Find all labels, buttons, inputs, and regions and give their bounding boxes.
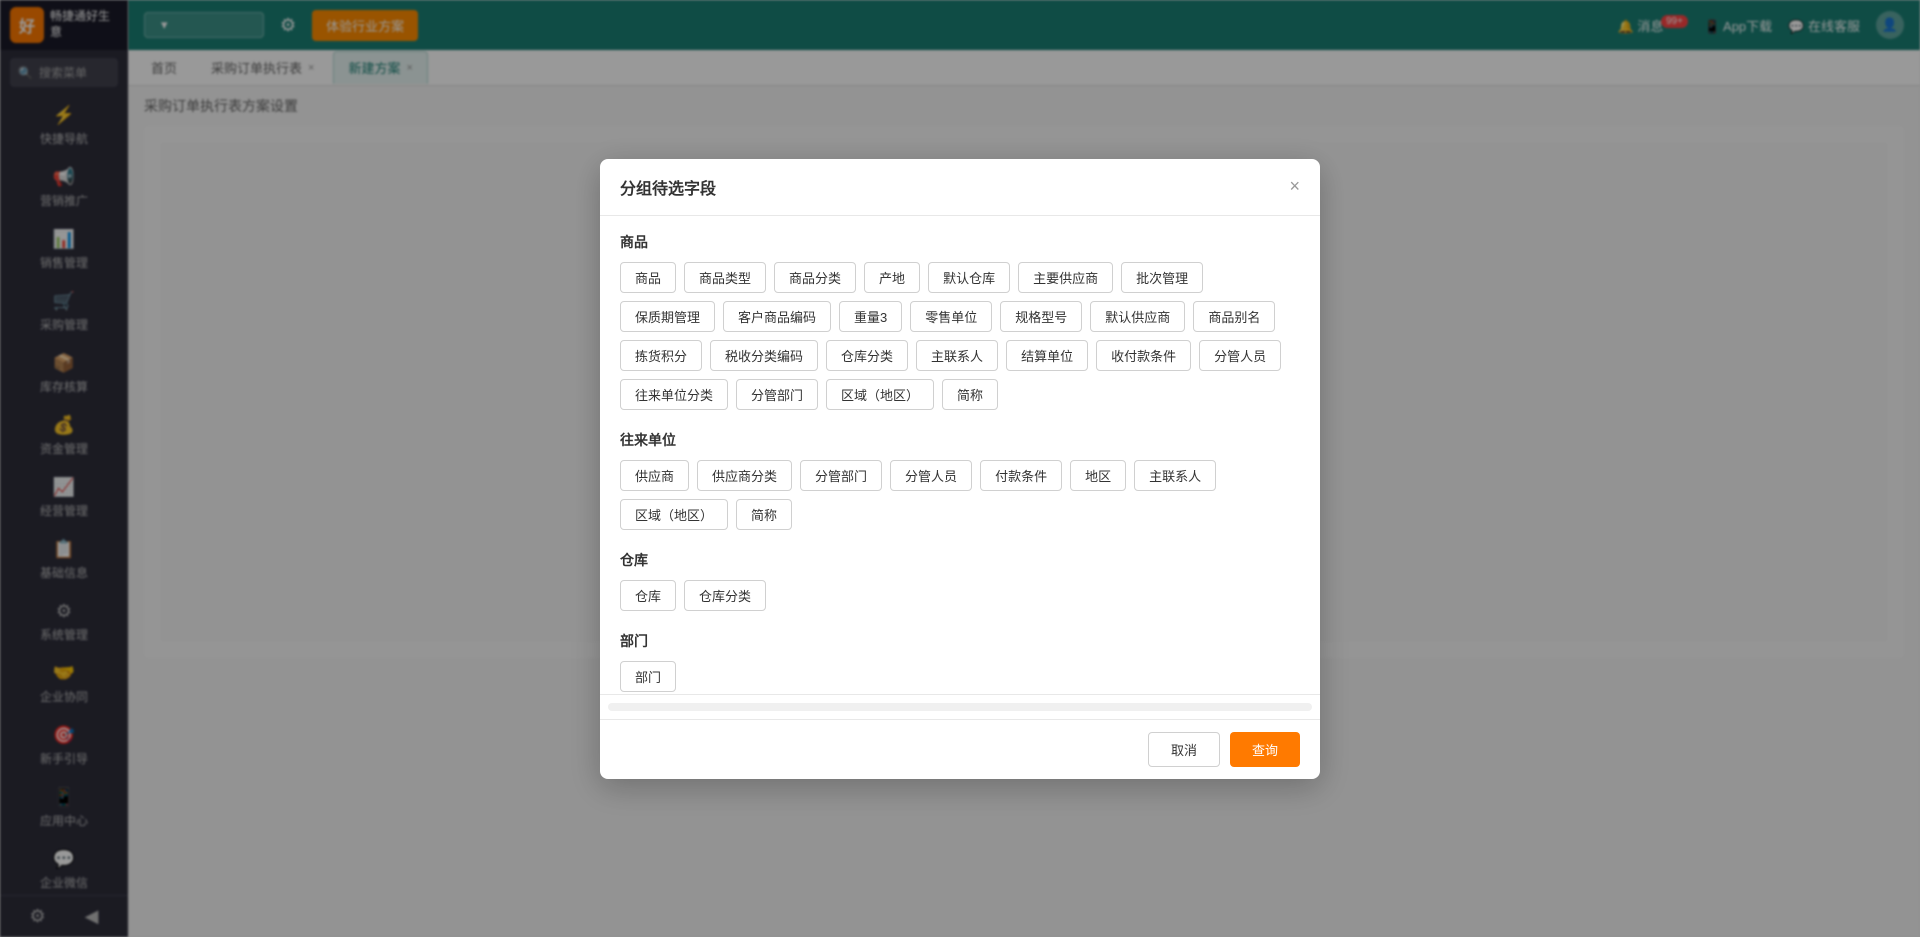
section-department: 部门 部门 — [620, 631, 1300, 692]
field-tag-supplier[interactable]: 供应商 — [620, 460, 689, 491]
field-tag-partner-dept[interactable]: 分管部门 — [800, 460, 882, 491]
field-tag-dept[interactable]: 分管部门 — [736, 379, 818, 410]
field-tag-batch-mgmt[interactable]: 批次管理 — [1121, 262, 1203, 293]
field-tag-settlement-unit[interactable]: 结算单位 — [1006, 340, 1088, 371]
field-tag-area[interactable]: 地区 — [1070, 460, 1126, 491]
modal-hscroll[interactable] — [600, 694, 1320, 719]
field-tag-region[interactable]: 区域（地区） — [826, 379, 934, 410]
section-partner-tags: 供应商 供应商分类 分管部门 分管人员 付款条件 地区 主联系人 区域（地区） … — [620, 460, 1300, 530]
section-department-title: 部门 — [620, 631, 1300, 651]
field-tag-retail-unit[interactable]: 零售单位 — [910, 301, 992, 332]
field-tag-product[interactable]: 商品 — [620, 262, 676, 293]
field-tag-partner-category[interactable]: 往来单位分类 — [620, 379, 728, 410]
section-partner-title: 往来单位 — [620, 430, 1300, 450]
section-product-title: 商品 — [620, 232, 1300, 252]
field-tag-warehouse-category[interactable]: 仓库分类 — [826, 340, 908, 371]
modal-body: 商品 商品 商品类型 商品分类 产地 默认仓库 主要供应商 批次管理 保质期管理… — [600, 216, 1320, 694]
field-tag-default-supplier[interactable]: 默认供应商 — [1090, 301, 1185, 332]
field-tag-pick-points[interactable]: 拣货积分 — [620, 340, 702, 371]
confirm-button[interactable]: 查询 — [1230, 732, 1300, 767]
section-partner: 往来单位 供应商 供应商分类 分管部门 分管人员 付款条件 地区 主联系人 区域… — [620, 430, 1300, 530]
modal-title: 分组待选字段 — [620, 175, 716, 199]
field-tag-partner-abbr[interactable]: 简称 — [736, 499, 792, 530]
field-tag-department[interactable]: 部门 — [620, 661, 676, 692]
field-tag-main-contact[interactable]: 主联系人 — [916, 340, 998, 371]
field-tag-warehouse[interactable]: 仓库 — [620, 580, 676, 611]
modal-header: 分组待选字段 × — [600, 159, 1320, 216]
field-tag-payment-terms[interactable]: 收付款条件 — [1096, 340, 1191, 371]
modal-close-button[interactable]: × — [1289, 176, 1300, 197]
field-tag-partner-region[interactable]: 区域（地区） — [620, 499, 728, 530]
field-tag-spec-model[interactable]: 规格型号 — [1000, 301, 1082, 332]
field-tag-product-category[interactable]: 商品分类 — [774, 262, 856, 293]
hscroll-bar[interactable] — [608, 703, 1312, 711]
field-select-modal: 分组待选字段 × 商品 商品 商品类型 商品分类 产地 默认仓库 主要供应商 批… — [600, 159, 1320, 779]
section-warehouse: 仓库 仓库 仓库分类 — [620, 550, 1300, 611]
field-tag-partner-supervisor[interactable]: 分管人员 — [890, 460, 972, 491]
field-tag-shelf-life[interactable]: 保质期管理 — [620, 301, 715, 332]
field-tag-payment-condition[interactable]: 付款条件 — [980, 460, 1062, 491]
field-tag-supplier-category[interactable]: 供应商分类 — [697, 460, 792, 491]
field-tag-abbr[interactable]: 简称 — [942, 379, 998, 410]
field-tag-product-alias[interactable]: 商品别名 — [1193, 301, 1275, 332]
cancel-button[interactable]: 取消 — [1148, 732, 1220, 767]
field-tag-weight3[interactable]: 重量3 — [839, 301, 902, 332]
field-tag-main-supplier[interactable]: 主要供应商 — [1018, 262, 1113, 293]
section-department-tags: 部门 — [620, 661, 1300, 692]
section-product-tags: 商品 商品类型 商品分类 产地 默认仓库 主要供应商 批次管理 保质期管理 客户… — [620, 262, 1300, 410]
field-tag-supervisor[interactable]: 分管人员 — [1199, 340, 1281, 371]
field-tag-warehouse-cat[interactable]: 仓库分类 — [684, 580, 766, 611]
field-tag-customer-code[interactable]: 客户商品编码 — [723, 301, 831, 332]
field-tag-origin[interactable]: 产地 — [864, 262, 920, 293]
section-warehouse-title: 仓库 — [620, 550, 1300, 570]
modal-footer: 取消 查询 — [600, 719, 1320, 779]
field-tag-partner-contact[interactable]: 主联系人 — [1134, 460, 1216, 491]
section-product: 商品 商品 商品类型 商品分类 产地 默认仓库 主要供应商 批次管理 保质期管理… — [620, 232, 1300, 410]
section-warehouse-tags: 仓库 仓库分类 — [620, 580, 1300, 611]
field-tag-default-warehouse[interactable]: 默认仓库 — [928, 262, 1010, 293]
field-tag-product-type[interactable]: 商品类型 — [684, 262, 766, 293]
field-tag-tax-code[interactable]: 税收分类编码 — [710, 340, 818, 371]
